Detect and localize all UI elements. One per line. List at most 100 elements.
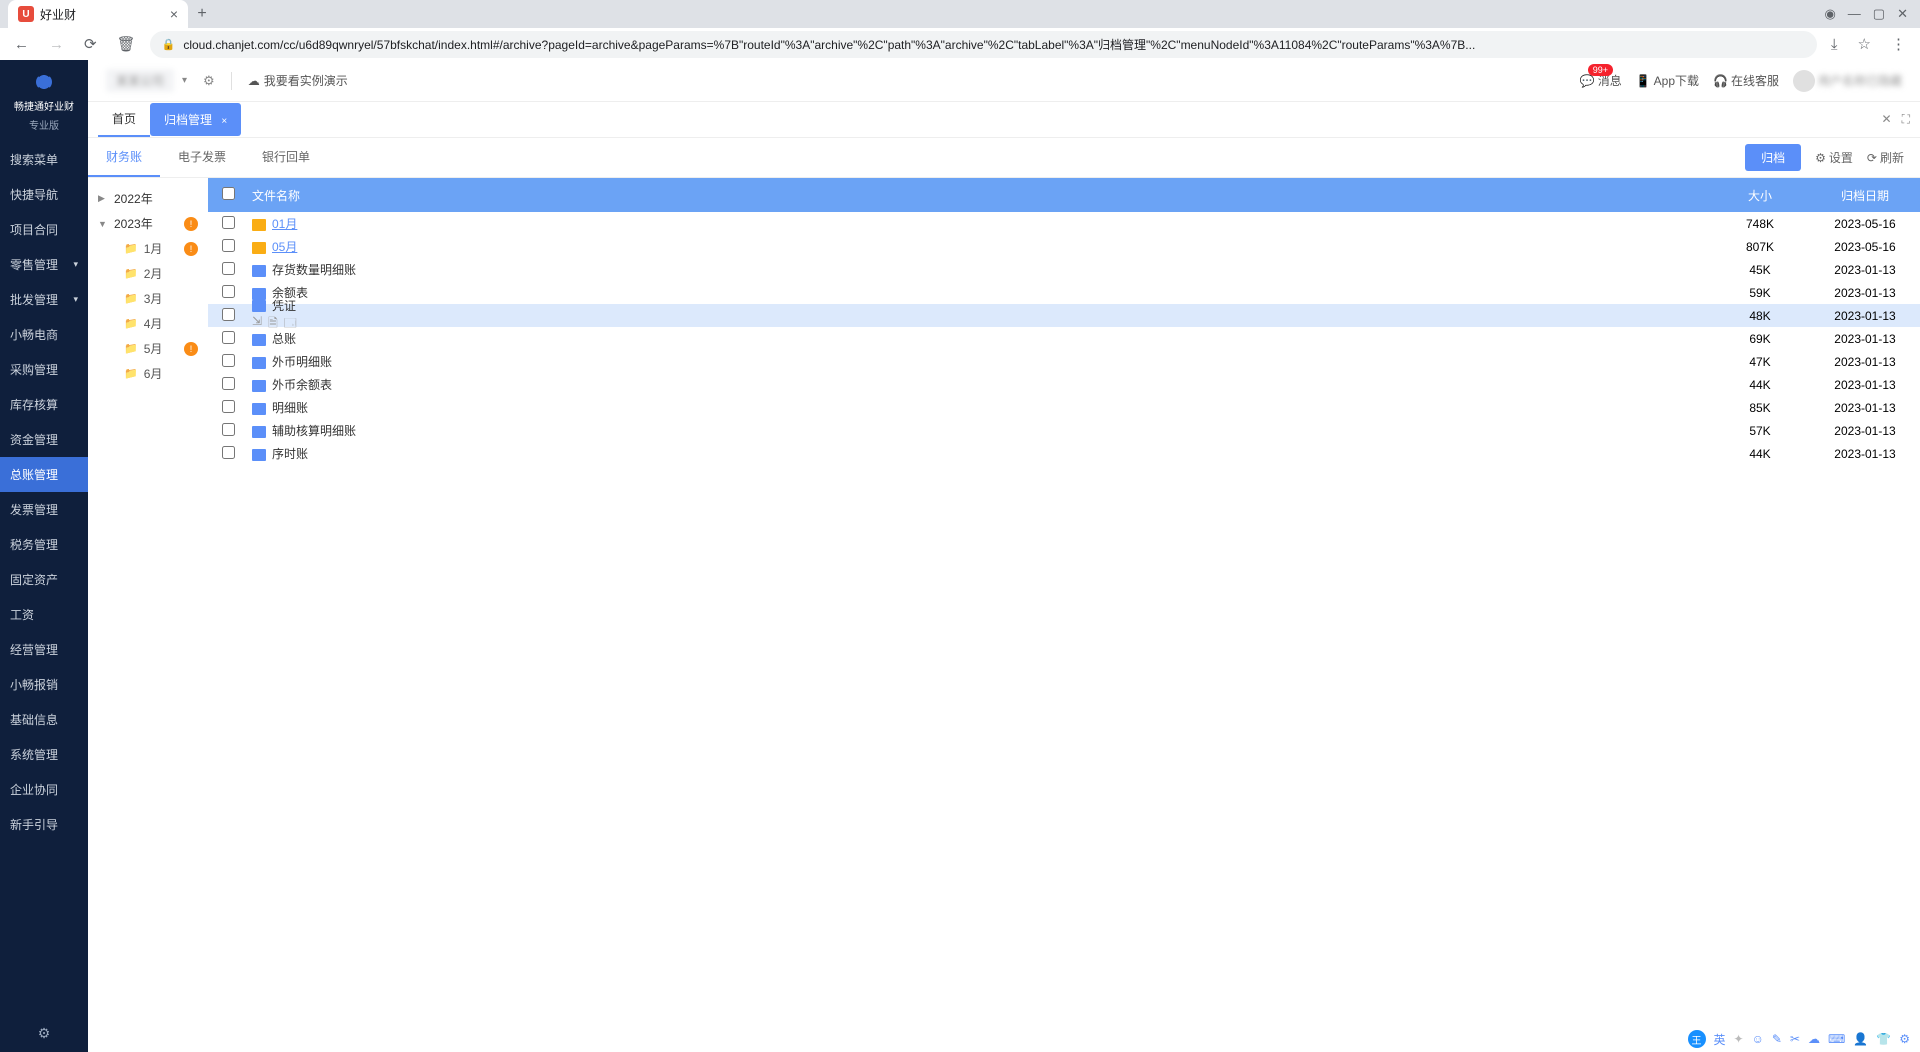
- header-right: 💬 99+ 消息 📱 App下载 🎧 在线客服 用户名称已隐藏: [1580, 70, 1902, 92]
- sidebar-item[interactable]: 项目合同: [0, 212, 88, 247]
- ime-smile-icon[interactable]: ☺: [1752, 1032, 1764, 1046]
- table-row[interactable]: 辅助核算明细账 57K 2023-01-13: [208, 419, 1920, 442]
- row-checkbox[interactable]: [222, 400, 235, 413]
- file-name[interactable]: 05月: [272, 240, 297, 254]
- account-icon[interactable]: ◉: [1824, 6, 1835, 22]
- row-checkbox[interactable]: [222, 377, 235, 390]
- sidebar-item[interactable]: 新手引导: [0, 807, 88, 842]
- col-checkbox[interactable]: [208, 187, 248, 203]
- tab-home[interactable]: 首页: [98, 102, 150, 137]
- table-row[interactable]: 总账 69K 2023-01-13: [208, 327, 1920, 350]
- fullscreen-icon[interactable]: ⛶: [1902, 112, 1910, 127]
- download-button[interactable]: 📱 App下载: [1636, 72, 1699, 89]
- reload-icon[interactable]: ⟳: [78, 33, 103, 55]
- sidebar-item[interactable]: 税务管理: [0, 527, 88, 562]
- ime-lang[interactable]: 英: [1714, 1031, 1726, 1048]
- demo-link[interactable]: ☁ 我要看实例演示: [248, 72, 348, 89]
- back-icon[interactable]: ←: [8, 34, 35, 55]
- table-row[interactable]: 外币余额表 44K 2023-01-13: [208, 373, 1920, 396]
- star-icon[interactable]: ☆: [1852, 33, 1877, 55]
- tab-close-icon[interactable]: ×: [170, 6, 178, 22]
- minimize-icon[interactable]: —: [1848, 6, 1861, 22]
- sidebar-item[interactable]: 小畅电商: [0, 317, 88, 352]
- sidebar-item[interactable]: 小畅报销: [0, 667, 88, 702]
- table-row[interactable]: 05月 807K 2023-05-16: [208, 235, 1920, 258]
- messages-button[interactable]: 💬 99+ 消息: [1580, 72, 1622, 89]
- delete-icon[interactable]: 🗑: [111, 33, 142, 55]
- table-row[interactable]: 存货数量明细账 45K 2023-01-13: [208, 258, 1920, 281]
- menu-icon[interactable]: ⋮: [1885, 33, 1912, 55]
- file-name[interactable]: 01月: [272, 217, 297, 231]
- sidebar-item[interactable]: 总账管理: [0, 457, 88, 492]
- browser-tab[interactable]: U 好业财 ×: [8, 0, 188, 28]
- tree-month[interactable]: 📁5月!: [88, 336, 208, 361]
- archive-button[interactable]: 归档: [1745, 144, 1801, 171]
- sidebar-item[interactable]: 经营管理: [0, 632, 88, 667]
- row-checkbox[interactable]: [222, 308, 235, 321]
- sidebar-item[interactable]: 快捷导航: [0, 177, 88, 212]
- ime-cloud-icon[interactable]: ☁: [1808, 1032, 1820, 1046]
- ime-person-icon[interactable]: 👤: [1853, 1032, 1868, 1046]
- forward-icon[interactable]: →: [43, 34, 70, 55]
- table-row[interactable]: 01月 748K 2023-05-16: [208, 212, 1920, 235]
- sidebar-item[interactable]: 企业协同: [0, 772, 88, 807]
- ime-shirt-icon[interactable]: 👕: [1876, 1032, 1891, 1046]
- ime-cut-icon[interactable]: ✂: [1790, 1032, 1800, 1046]
- tree-month[interactable]: 📁2月: [88, 261, 208, 286]
- ime-edit-icon[interactable]: ✎: [1772, 1032, 1782, 1046]
- select-all-checkbox[interactable]: [222, 187, 235, 200]
- ime-settings-icon[interactable]: ⚙: [1899, 1032, 1910, 1046]
- sidebar-item[interactable]: 搜索菜单: [0, 142, 88, 177]
- tab-archive[interactable]: 归档管理 ×: [150, 103, 241, 136]
- tree-year-2023[interactable]: ▼ 2023年 !: [88, 211, 208, 236]
- tab-invoice[interactable]: 电子发票: [160, 138, 244, 177]
- table-row[interactable]: 凭证⇲🗎🗔 48K 2023-01-13: [208, 304, 1920, 327]
- sidebar-item[interactable]: 资金管理: [0, 422, 88, 457]
- row-checkbox[interactable]: [222, 239, 235, 252]
- row-checkbox[interactable]: [222, 331, 235, 344]
- tree-month[interactable]: 📁3月: [88, 286, 208, 311]
- sidebar-item[interactable]: 零售管理▾: [0, 247, 88, 282]
- new-tab-button[interactable]: +: [188, 5, 216, 23]
- row-checkbox[interactable]: [222, 354, 235, 367]
- sidebar-item[interactable]: 基础信息: [0, 702, 88, 737]
- row-checkbox[interactable]: [222, 446, 235, 459]
- row-checkbox[interactable]: [222, 216, 235, 229]
- sidebar-settings-icon[interactable]: ⚙: [0, 1015, 88, 1052]
- tree-year-2022[interactable]: ▶ 2022年: [88, 186, 208, 211]
- company-selector[interactable]: 某某公司 ▾ ⚙: [106, 69, 215, 92]
- tree-month[interactable]: 📁4月: [88, 311, 208, 336]
- sidebar-item[interactable]: 发票管理: [0, 492, 88, 527]
- row-checkbox[interactable]: [222, 423, 235, 436]
- row-checkbox[interactable]: [222, 285, 235, 298]
- service-button[interactable]: 🎧 在线客服: [1713, 72, 1779, 89]
- install-icon[interactable]: ⤓: [1825, 34, 1844, 55]
- tree-month[interactable]: 📁1月!: [88, 236, 208, 261]
- table-row[interactable]: 外币明细账 47K 2023-01-13: [208, 350, 1920, 373]
- sidebar-item[interactable]: 固定资产: [0, 562, 88, 597]
- close-window-icon[interactable]: ✕: [1897, 6, 1908, 22]
- maximize-icon[interactable]: ▢: [1873, 6, 1885, 22]
- ime-keyboard-icon[interactable]: ⌨: [1828, 1032, 1845, 1046]
- row-checkbox[interactable]: [222, 262, 235, 275]
- user-menu[interactable]: 用户名称已隐藏: [1793, 70, 1902, 92]
- ime-logo-icon[interactable]: 王: [1688, 1030, 1706, 1048]
- sidebar-item[interactable]: 工资: [0, 597, 88, 632]
- sidebar-item[interactable]: 采购管理: [0, 352, 88, 387]
- tab-finance[interactable]: 财务账: [88, 138, 160, 177]
- sidebar-item[interactable]: 库存核算: [0, 387, 88, 422]
- tree-month[interactable]: 📁6月: [88, 361, 208, 386]
- gear-icon[interactable]: ⚙: [203, 73, 215, 89]
- sidebar-item[interactable]: 系统管理: [0, 737, 88, 772]
- file-size: 807K: [1710, 240, 1810, 254]
- settings-button[interactable]: ⚙ 设置: [1815, 149, 1853, 166]
- table-row[interactable]: 序时账 44K 2023-01-13: [208, 442, 1920, 465]
- tab-bank[interactable]: 银行回单: [244, 138, 328, 177]
- close-tab-icon[interactable]: ×: [221, 116, 227, 127]
- close-all-tabs-icon[interactable]: ✕: [1882, 112, 1892, 127]
- refresh-button[interactable]: ⟳ 刷新: [1867, 149, 1904, 166]
- sidebar-item[interactable]: 批发管理▾: [0, 282, 88, 317]
- url-field[interactable]: 🔒 cloud.chanjet.com/cc/u6d89qwnryel/57bf…: [150, 31, 1817, 58]
- ime-tool-icon[interactable]: ✦: [1734, 1032, 1744, 1046]
- table-row[interactable]: 明细账 85K 2023-01-13: [208, 396, 1920, 419]
